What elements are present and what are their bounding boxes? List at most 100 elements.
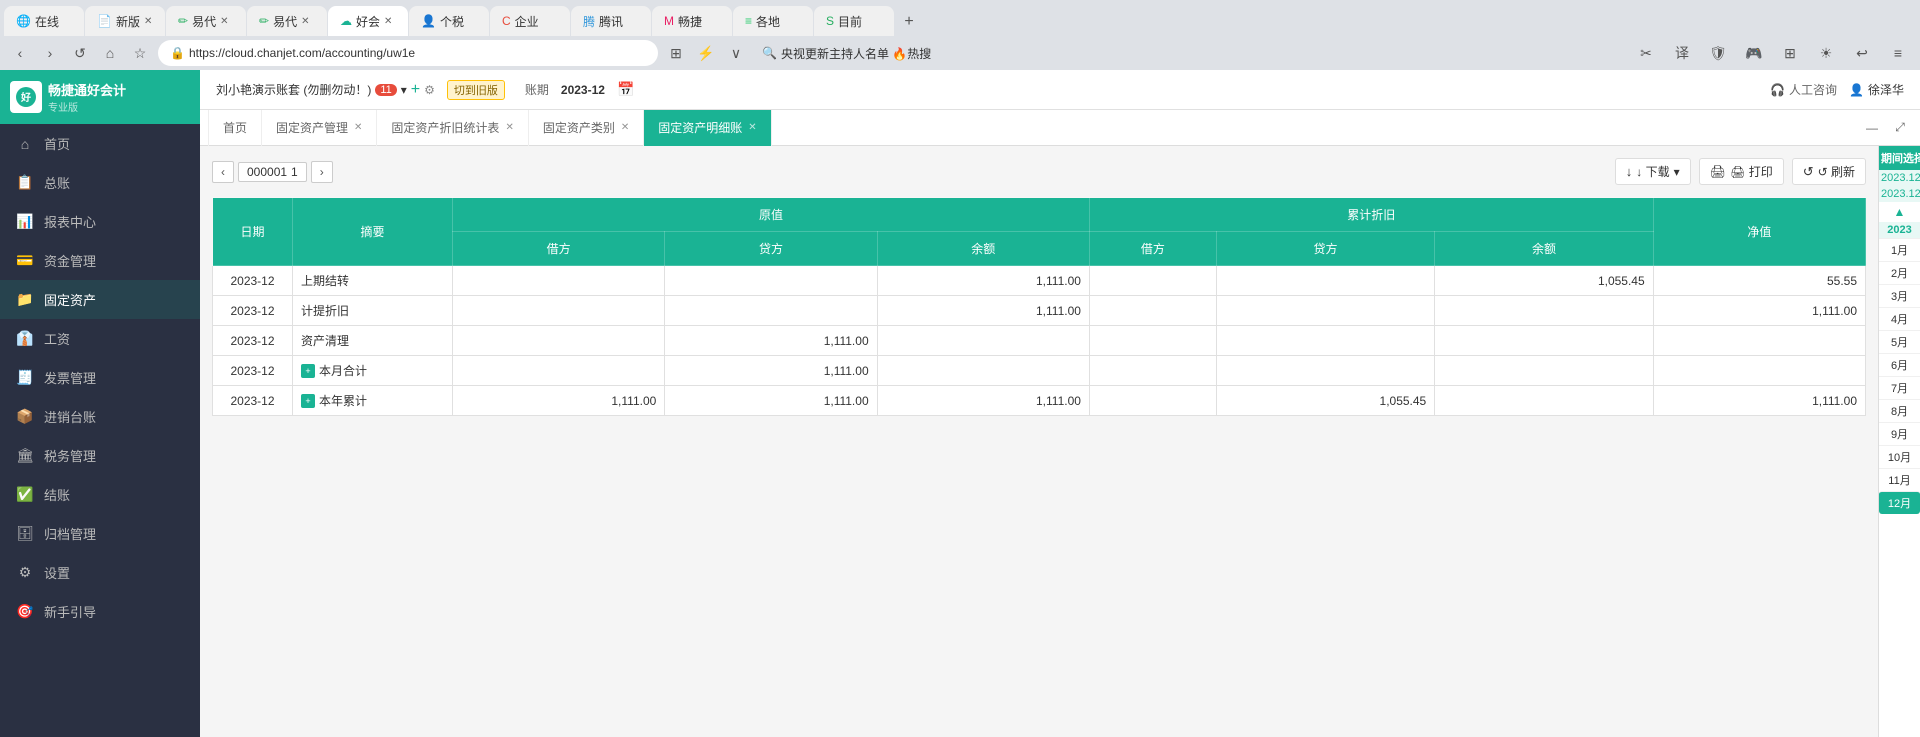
dropdown-arrow: ▾ [1674, 165, 1680, 179]
bookmark-button[interactable]: ☆ [128, 41, 152, 65]
lightning-icon[interactable]: ⚡ [694, 41, 718, 65]
download-btn[interactable]: ↓ ↓ 下载 ▾ [1615, 158, 1691, 185]
search-area: 🔍 央视更新主持人名单 🔥热搜 [754, 45, 1626, 62]
tab-close-icon[interactable]: ✕ [220, 16, 228, 27]
tab-close-icon[interactable]: ✕ [505, 122, 513, 133]
brightness-icon[interactable]: ☀ [1812, 39, 1840, 67]
sidebar-item-reports[interactable]: 📊 报表中心 [0, 202, 200, 241]
content-area: ‹ 000001 1 › ↓ ↓ 下载 [200, 146, 1920, 737]
tab-maximize-btn[interactable]: ⤢ [1888, 116, 1912, 140]
browser-tab-online[interactable]: 🌐 在线 [4, 6, 84, 36]
browser-tab-new[interactable]: 📄 新版 ✕ [85, 6, 165, 36]
period-date2[interactable]: 2023.12 [1879, 186, 1920, 202]
sidebar-label-assets: 固定资产 [44, 290, 96, 309]
browser-tab-gedi[interactable]: ≡ 各地 [733, 6, 813, 36]
pager-input[interactable]: 000001 1 [238, 162, 307, 182]
browser-tab-personal-tax[interactable]: 👤 个税 [409, 6, 489, 36]
sidebar-item-settings[interactable]: ⚙ 设置 [0, 553, 200, 592]
period-scroll-up[interactable]: ▲ [1879, 202, 1920, 222]
tab-icon: M [664, 14, 674, 28]
tab-close-icon[interactable]: ✕ [144, 16, 152, 27]
sidebar-item-checkout[interactable]: ✅ 结账 [0, 475, 200, 514]
period-month-7[interactable]: 7月 [1879, 376, 1920, 399]
page-tab-asset-detail[interactable]: 固定资产明细账 ✕ [644, 110, 771, 146]
main-content: 刘小艳演示账套 (勿删勿动！) 11 ▾ + ⚙ 切到旧版 账期 2023-12… [200, 70, 1920, 737]
company-selector[interactable]: 刘小艳演示账套 (勿删勿动！) 11 ▾ + ⚙ [216, 81, 435, 99]
period-month-10[interactable]: 10月 [1879, 445, 1920, 468]
sidebar-label-archive: 归档管理 [44, 524, 96, 543]
period-month-8[interactable]: 8月 [1879, 399, 1920, 422]
scissors-icon[interactable]: ✂ [1632, 39, 1660, 67]
tab-close-icon[interactable]: ✕ [748, 122, 756, 133]
undo-icon[interactable]: ↩ [1848, 39, 1876, 67]
sidebar-logo: 好 畅捷通好会计 专业版 [0, 70, 200, 124]
cell-ov-balance: 1,111.00 [877, 386, 1089, 416]
menu-icon[interactable]: ≡ [1884, 39, 1912, 67]
sidebar-item-invoice[interactable]: 🧾 发票管理 [0, 358, 200, 397]
th-accumulated-dep: 累计折旧 [1089, 198, 1653, 232]
funds-icon: 💳 [16, 252, 34, 269]
period-month-9[interactable]: 9月 [1879, 422, 1920, 445]
customer-service-btn[interactable]: 🎧 人工咨询 [1770, 81, 1837, 98]
page-tab-home[interactable]: 首页 [208, 110, 262, 146]
reload-button[interactable]: ↺ [68, 41, 92, 65]
extension-icon[interactable]: ⊞ [664, 41, 688, 65]
tab-close-icon[interactable]: ✕ [354, 122, 362, 133]
version-switch-btn[interactable]: 切到旧版 [447, 80, 505, 100]
forward-button[interactable]: › [38, 41, 62, 65]
table-row: 2023-12 +本月合计 1,111.00 [213, 356, 1866, 386]
settings-small-icon[interactable]: ⚙ [424, 83, 435, 97]
period-month-11[interactable]: 11月 [1879, 468, 1920, 491]
browser-tab-yidai1[interactable]: ✏ 易代 ✕ [166, 6, 246, 36]
page-tab-asset-category[interactable]: 固定资产类别 ✕ [529, 110, 644, 146]
browser-tab-enterprise[interactable]: C 企业 [490, 6, 570, 36]
cell-summary: 资产清理 [293, 326, 453, 356]
tab-minimize-btn[interactable]: — [1860, 116, 1884, 140]
browser-tab-haokuai[interactable]: ☁ 好会 ✕ [328, 6, 408, 36]
period-month-6[interactable]: 6月 [1879, 353, 1920, 376]
period-month-4[interactable]: 4月 [1879, 307, 1920, 330]
sidebar-item-inventory[interactable]: 📦 进销台账 [0, 397, 200, 436]
period-month-2[interactable]: 2月 [1879, 261, 1920, 284]
period-month-1[interactable]: 1月 [1879, 238, 1920, 261]
home-button[interactable]: ⌂ [98, 41, 122, 65]
calendar-icon[interactable]: 📅 [617, 81, 634, 98]
tab-close-icon[interactable]: ✕ [301, 16, 309, 27]
browser-tab-yidai2[interactable]: ✏ 易代 ✕ [247, 6, 327, 36]
add-company-icon[interactable]: + [411, 81, 420, 99]
address-input[interactable]: 🔒 https://cloud.chanjet.com/accounting/u… [158, 40, 658, 66]
back-button[interactable]: ‹ [8, 41, 32, 65]
period-month-12[interactable]: 12月 [1879, 491, 1920, 514]
sidebar-item-assets[interactable]: 📁 固定资产 [0, 280, 200, 319]
sidebar-item-archive[interactable]: 🗄 归档管理 [0, 514, 200, 553]
browser-tab-tencent[interactable]: 腾 腾讯 [571, 6, 651, 36]
sidebar-item-salary[interactable]: 👔 工资 [0, 319, 200, 358]
period-date1[interactable]: 2023.12 [1879, 170, 1920, 186]
page-tab-asset-mgmt[interactable]: 固定资产管理 ✕ [262, 110, 377, 146]
browser-tab-current[interactable]: S 目前 [814, 6, 894, 36]
dropdown-button[interactable]: ∨ [724, 41, 748, 65]
tab-close-icon[interactable]: ✕ [384, 16, 392, 27]
translate-icon[interactable]: 译 [1668, 39, 1696, 67]
shield-icon[interactable]: 🛡 [1704, 39, 1732, 67]
grid-icon[interactable]: ⊞ [1776, 39, 1804, 67]
page-tab-depreciation-table[interactable]: 固定资产折旧统计表 ✕ [377, 110, 528, 146]
sidebar-item-guide[interactable]: 🎯 新手引导 [0, 592, 200, 631]
sidebar-item-tax[interactable]: 🏛 税务管理 [0, 436, 200, 475]
pager-next-btn[interactable]: › [311, 161, 333, 183]
tab-close-icon[interactable]: ✕ [621, 122, 629, 133]
logo-edition: 专业版 [48, 99, 126, 114]
browser-tab-changjie[interactable]: M 畅捷 [652, 6, 732, 36]
new-tab-button[interactable]: + [895, 8, 923, 36]
sidebar-item-funds[interactable]: 💳 资金管理 [0, 241, 200, 280]
pager-prev-btn[interactable]: ‹ [212, 161, 234, 183]
period-year-label[interactable]: 2023 [1879, 222, 1920, 238]
user-profile-btn[interactable]: 👤 徐泽华 [1849, 81, 1904, 98]
refresh-btn[interactable]: ↺ ↺ 刷新 [1792, 158, 1866, 185]
print-btn[interactable]: 🖨 🖨 打印 [1699, 158, 1784, 185]
gamepad-icon[interactable]: 🎮 [1740, 39, 1768, 67]
sidebar-item-home[interactable]: ⌂ 首页 [0, 124, 200, 163]
period-month-5[interactable]: 5月 [1879, 330, 1920, 353]
period-month-3[interactable]: 3月 [1879, 284, 1920, 307]
sidebar-item-ledger[interactable]: 📋 总账 [0, 163, 200, 202]
